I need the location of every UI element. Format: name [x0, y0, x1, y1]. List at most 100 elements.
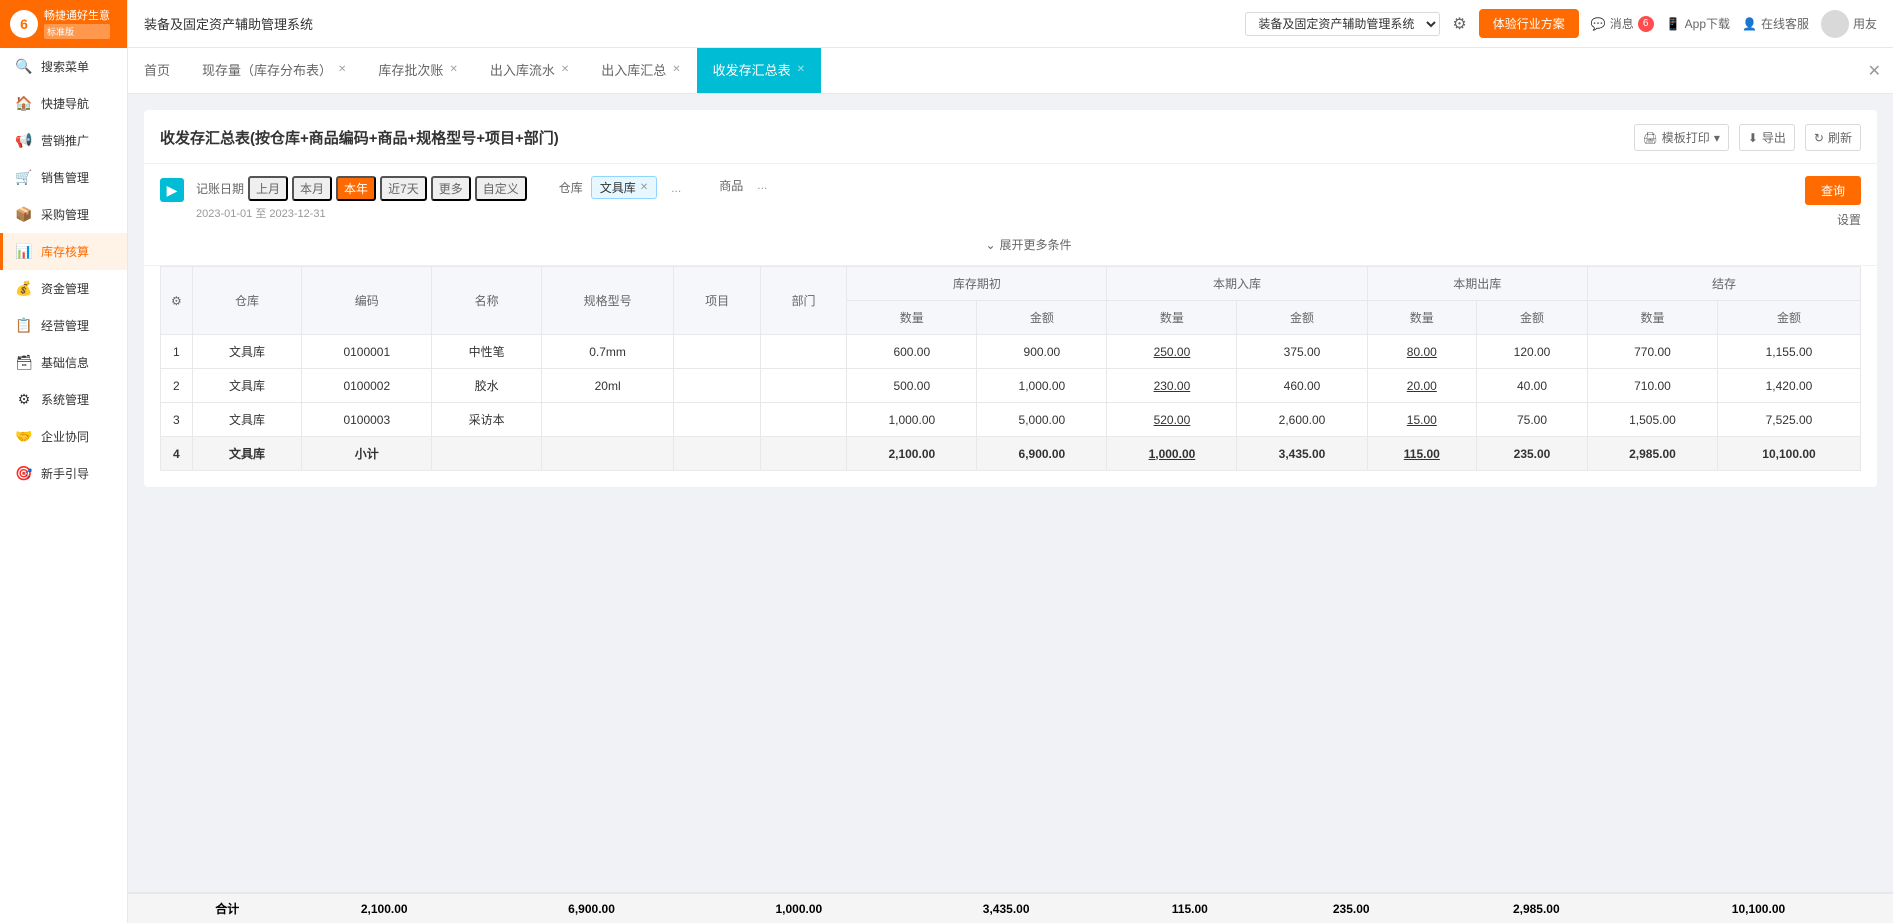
product-more-btn[interactable]: ...: [751, 176, 773, 194]
th-in-amt: 金额: [1237, 301, 1367, 335]
cell-subtotal-dept: [760, 437, 846, 471]
search-icon: 🔍: [15, 58, 33, 75]
tab-receive-send-summary[interactable]: 收发存汇总表 ✕: [697, 48, 821, 93]
th-closing-qty: 数量: [1587, 301, 1717, 335]
finance-icon: 💰: [15, 280, 33, 297]
sidebar-item-operations[interactable]: 📋 经营管理: [0, 307, 127, 344]
tab-close-icon[interactable]: ✕: [672, 64, 680, 75]
logo-text: 畅捷通好生意 标准版: [44, 9, 110, 39]
warehouse-more-btn[interactable]: ...: [665, 179, 687, 197]
user-avatar: [1821, 10, 1849, 38]
th-closing-group: 结存: [1587, 267, 1860, 301]
cell-out-qty-link[interactable]: 80.00: [1367, 335, 1477, 369]
filter-settings-link[interactable]: 设置: [1837, 211, 1861, 228]
export-button[interactable]: ⬇ 导出: [1739, 124, 1795, 151]
refresh-button[interactable]: ↻ 刷新: [1805, 124, 1861, 151]
date-btn-7days[interactable]: 近7天: [380, 176, 427, 201]
settings-button[interactable]: ⚙: [1452, 14, 1466, 34]
cell-warehouse: 文具库: [192, 369, 302, 403]
cell-code: 0100002: [302, 369, 432, 403]
cell-out-qty-link[interactable]: 15.00: [1367, 403, 1477, 437]
expand-row: ⌄ 展开更多条件: [196, 236, 1861, 253]
sidebar-item-marketing[interactable]: 📢 营销推广: [0, 122, 127, 159]
cell-in-amt: 460.00: [1237, 369, 1367, 403]
cell-spec: 0.7mm: [541, 335, 674, 369]
sidebar-item-base-info[interactable]: 🗃 基础信息: [0, 344, 127, 381]
cell-in-qty-link[interactable]: 520.00: [1107, 403, 1237, 437]
expand-button[interactable]: ⌄ 展开更多条件: [985, 236, 1071, 253]
product-filter-label: 商品: [719, 177, 743, 194]
cell-in-qty-link[interactable]: 250.00: [1107, 335, 1237, 369]
cell-subtotal-name: [432, 437, 542, 471]
sidebar-item-inventory[interactable]: 📊 库存核算: [0, 233, 127, 270]
sidebar-item-search[interactable]: 🔍 搜索菜单: [0, 48, 127, 85]
sidebar-item-guide[interactable]: 🎯 新手引导: [0, 455, 127, 492]
cell-subtotal-out-qty[interactable]: 115.00: [1367, 437, 1477, 471]
messages-badge: 6: [1638, 16, 1654, 32]
app-download-button[interactable]: 📱 App下载: [1666, 15, 1730, 32]
date-btn-custom[interactable]: 自定义: [475, 176, 527, 201]
th-name: 名称: [432, 267, 542, 335]
tab-in-out-flow[interactable]: 出入库流水 ✕: [474, 48, 585, 93]
user-label: 用友: [1853, 15, 1877, 32]
cell-in-amt: 2,600.00: [1237, 403, 1367, 437]
date-btn-this-month[interactable]: 本月: [292, 176, 332, 201]
cell-subtotal-in-qty[interactable]: 1,000.00: [1107, 437, 1237, 471]
date-btn-more[interactable]: 更多: [431, 176, 471, 201]
tab-batch-account[interactable]: 库存批次账 ✕: [362, 48, 473, 93]
query-button[interactable]: 查询: [1805, 176, 1861, 205]
sidebar-item-label: 经营管理: [41, 317, 89, 334]
tab-close-icon[interactable]: ✕: [561, 64, 569, 75]
tab-close-icon[interactable]: ✕: [338, 64, 346, 75]
purchase-icon: 📦: [15, 206, 33, 223]
tab-inventory-distribution[interactable]: 现存量（库存分布表） ✕: [186, 48, 362, 93]
logo-icon: 6: [10, 10, 38, 38]
enterprise-icon: 🤝: [15, 428, 33, 445]
footer-cell-open-qty: 2,100.00: [281, 900, 488, 917]
cell-out-qty-link[interactable]: 20.00: [1367, 369, 1477, 403]
tab-home[interactable]: 首页: [128, 48, 186, 93]
messages-button[interactable]: 💬 消息 6: [1591, 15, 1654, 32]
cell-subtotal-open-amt: 6,900.00: [977, 437, 1107, 471]
cell-close-amt: 7,525.00: [1717, 403, 1860, 437]
tab-bar: 首页 现存量（库存分布表） ✕ 库存批次账 ✕ 出入库流水 ✕ 出入库汇总 ✕ …: [128, 48, 1893, 94]
warehouse-tag-close[interactable]: ✕: [640, 182, 648, 193]
filter-toggle-button[interactable]: ▶: [160, 178, 184, 202]
tab-bar-close-icon[interactable]: ✕: [1856, 61, 1893, 81]
footer-cell-close-qty: 2,985.00: [1433, 900, 1640, 917]
user-menu[interactable]: 用友: [1821, 10, 1877, 38]
sidebar-item-enterprise[interactable]: 🤝 企业协同: [0, 418, 127, 455]
cell-close-qty: 1,505.00: [1587, 403, 1717, 437]
cell-dept: [760, 369, 846, 403]
cell-dept: [760, 403, 846, 437]
table-row: 1 文具库 0100001 中性笔 0.7mm 600.00 900.00 25…: [161, 335, 1861, 369]
cell-no: 2: [161, 369, 193, 403]
message-icon: 💬: [1591, 17, 1606, 31]
cell-close-amt: 1,420.00: [1717, 369, 1860, 403]
cell-close-qty: 710.00: [1587, 369, 1717, 403]
th-settings[interactable]: ⚙: [161, 267, 193, 335]
tab-close-icon[interactable]: ✕: [449, 64, 457, 75]
th-out-amt: 金额: [1477, 301, 1588, 335]
tab-label: 现存量（库存分布表）: [202, 60, 332, 79]
data-table: ⚙ 仓库 编码 名称 规格型号 项目 部门 库存期初 本期入库 本期出库 结存: [160, 266, 1861, 471]
footer-cell-in-amt: 3,435.00: [903, 900, 1110, 917]
sidebar-item-sales[interactable]: 🛒 销售管理: [0, 159, 127, 196]
tab-in-out-summary[interactable]: 出入库汇总 ✕: [585, 48, 696, 93]
online-service-button[interactable]: 👤 在线客服: [1742, 15, 1809, 32]
experience-button[interactable]: 体验行业方案: [1479, 9, 1579, 38]
date-btn-this-year[interactable]: 本年: [336, 176, 376, 201]
cell-in-qty-link[interactable]: 230.00: [1107, 369, 1237, 403]
home-icon: 🏠: [15, 95, 33, 112]
sidebar-item-system[interactable]: ⚙ 系统管理: [0, 381, 127, 418]
sidebar-item-quick-nav[interactable]: 🏠 快捷导航: [0, 85, 127, 122]
tab-close-icon[interactable]: ✕: [797, 64, 805, 75]
app-selector[interactable]: 装备及固定资产辅助管理系统: [1245, 12, 1440, 36]
sidebar-item-purchase[interactable]: 📦 采购管理: [0, 196, 127, 233]
sidebar-item-finance[interactable]: 💰 资金管理: [0, 270, 127, 307]
main-content: 装备及固定资产辅助管理系统 装备及固定资产辅助管理系统 ⚙ 体验行业方案 💬 消…: [128, 0, 1893, 923]
date-btn-prev-month[interactable]: 上月: [248, 176, 288, 201]
print-button[interactable]: 🖨 模板打印 ▾: [1634, 124, 1729, 151]
cell-close-amt: 1,155.00: [1717, 335, 1860, 369]
online-service-label: 在线客服: [1761, 15, 1809, 32]
